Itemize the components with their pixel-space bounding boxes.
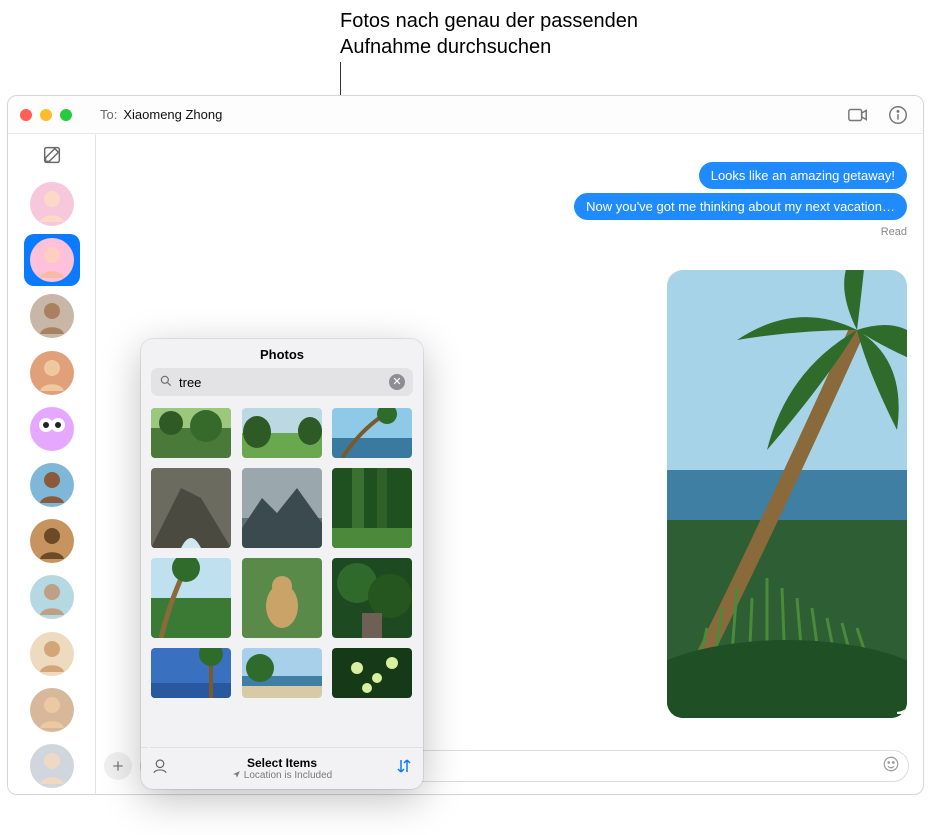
photo-thumbnail[interactable] bbox=[242, 648, 322, 698]
avatar bbox=[30, 351, 74, 395]
avatar bbox=[30, 182, 74, 226]
avatar bbox=[30, 238, 74, 282]
photo-thumbnail[interactable] bbox=[151, 648, 231, 698]
photo-thumbnail[interactable] bbox=[151, 408, 231, 458]
photos-search-field[interactable]: ✕ bbox=[151, 368, 413, 396]
photo-thumbnail[interactable] bbox=[151, 468, 231, 548]
photo-thumbnail[interactable] bbox=[332, 648, 412, 698]
recipient-name: Xiaomeng Zhong bbox=[123, 107, 222, 122]
conversation-item[interactable] bbox=[24, 459, 80, 511]
photos-popover: Photos ✕ Select Items bbox=[141, 339, 423, 789]
conversation-item[interactable] bbox=[24, 178, 80, 230]
close-window-button[interactable] bbox=[20, 109, 32, 121]
minimize-window-button[interactable] bbox=[40, 109, 52, 121]
location-icon bbox=[232, 770, 241, 782]
emoji-picker-icon[interactable] bbox=[882, 755, 900, 778]
footer-subtitle: Location is Included bbox=[169, 770, 395, 782]
popover-footer: Select Items Location is Included bbox=[141, 747, 423, 789]
search-icon bbox=[159, 374, 173, 391]
window-controls bbox=[8, 109, 96, 121]
recipient-field[interactable]: To: Xiaomeng Zhong bbox=[96, 107, 847, 122]
sort-icon[interactable] bbox=[395, 757, 413, 780]
photo-thumbnail[interactable] bbox=[332, 408, 412, 458]
avatar bbox=[30, 519, 74, 563]
photo-thumbnail[interactable] bbox=[332, 558, 412, 638]
conversation-item-selected[interactable] bbox=[24, 234, 80, 286]
clear-search-icon[interactable]: ✕ bbox=[389, 374, 405, 390]
sent-message[interactable]: Now you've got me thinking about my next… bbox=[574, 193, 907, 220]
avatar bbox=[30, 688, 74, 732]
avatar bbox=[30, 294, 74, 338]
conversation-item[interactable] bbox=[24, 571, 80, 623]
photo-thumbnail[interactable] bbox=[242, 408, 322, 458]
conversation-item[interactable] bbox=[24, 290, 80, 342]
conversation-item[interactable] bbox=[24, 515, 80, 567]
conversation-item[interactable] bbox=[24, 627, 80, 679]
conversation-item[interactable] bbox=[24, 346, 80, 398]
footer-center: Select Items Location is Included bbox=[169, 756, 395, 782]
header-actions bbox=[847, 104, 923, 126]
photo-thumbnail[interactable] bbox=[151, 558, 231, 638]
avatar bbox=[30, 744, 74, 788]
conversation-item[interactable] bbox=[24, 403, 80, 455]
footer-title: Select Items bbox=[169, 756, 395, 770]
to-label: To: bbox=[100, 107, 117, 122]
annotation-text: Fotos nach genau der passenden Aufnahme … bbox=[340, 8, 720, 60]
sidebar bbox=[8, 134, 96, 794]
conversation-item[interactable] bbox=[24, 740, 80, 792]
photos-grid bbox=[141, 404, 423, 747]
info-icon[interactable] bbox=[887, 104, 909, 126]
avatar bbox=[30, 575, 74, 619]
photo-thumbnail[interactable] bbox=[332, 468, 412, 548]
read-receipt: Read bbox=[881, 226, 907, 238]
search-input[interactable] bbox=[179, 375, 383, 390]
zoom-window-button[interactable] bbox=[60, 109, 72, 121]
sent-image-attachment[interactable] bbox=[667, 270, 907, 718]
avatar bbox=[30, 407, 74, 451]
avatar bbox=[30, 632, 74, 676]
avatar bbox=[30, 463, 74, 507]
photo-thumbnail[interactable] bbox=[242, 468, 322, 548]
memoji-sticker-icon[interactable] bbox=[151, 757, 169, 780]
photo-thumbnail[interactable] bbox=[242, 558, 322, 638]
titlebar: To: Xiaomeng Zhong bbox=[8, 96, 923, 134]
sent-message[interactable]: Looks like an amazing getaway! bbox=[699, 162, 907, 189]
popover-title: Photos bbox=[141, 339, 423, 368]
facetime-icon[interactable] bbox=[847, 104, 869, 126]
apps-button[interactable] bbox=[104, 752, 132, 780]
conversation-item[interactable] bbox=[24, 684, 80, 736]
compose-button[interactable] bbox=[36, 140, 68, 170]
